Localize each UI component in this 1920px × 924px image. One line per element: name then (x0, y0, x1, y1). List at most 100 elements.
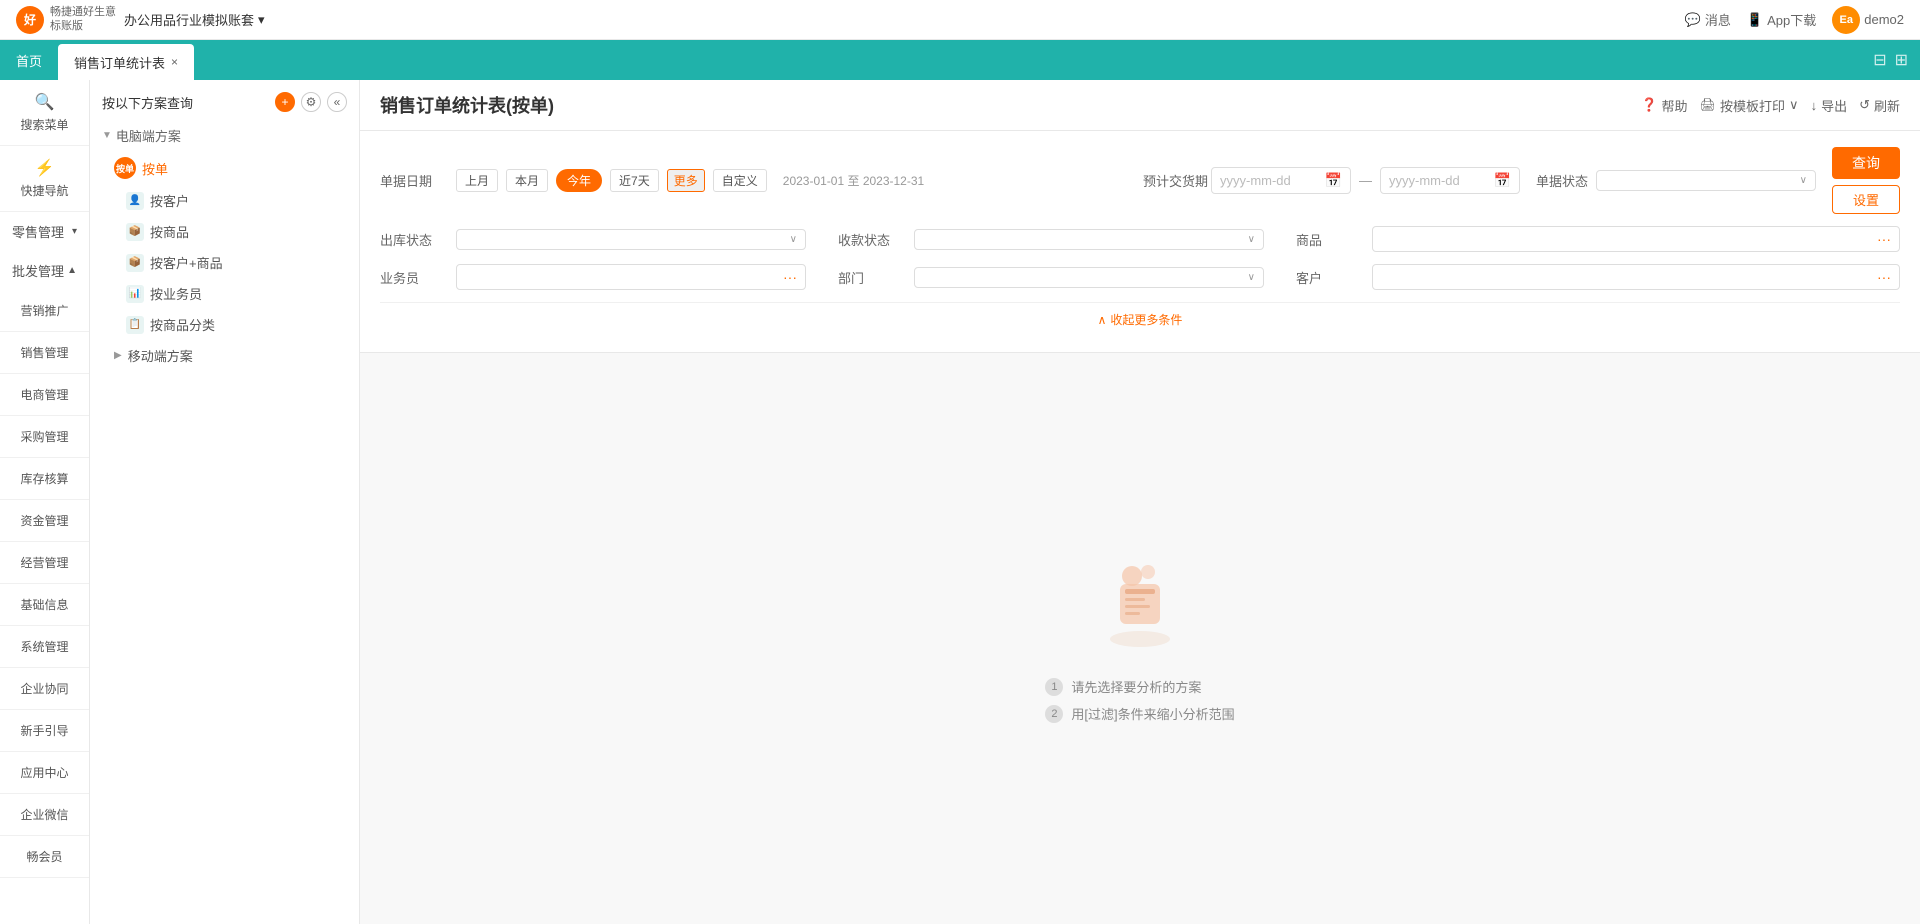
sidebar-item-wholesale[interactable]: 批发管理 ▲ (0, 251, 89, 290)
settings-scheme-button[interactable]: ⚙ (301, 92, 321, 112)
delivery-arrow-icon: ∨ (790, 234, 797, 245)
collapse-bar[interactable]: ∧ 收起更多条件 (380, 302, 1900, 336)
top-bar: 好 畅捷通好生意 标账版 办公用品行业模拟账套 ▾ 💬 消息 📱 App下载 E… (0, 0, 1920, 40)
page-actions: ❓ 帮助 🖨 按模板打印 ∨ ↓ 导出 ↺ 刷新 (1641, 96, 1900, 115)
tab-close-icon[interactable]: × (171, 55, 178, 69)
order-status-label: 单据状态 (1536, 171, 1588, 190)
hint-item-1: 1 请先选择要分析的方案 (1045, 677, 1234, 696)
date-btn-this-month[interactable]: 本月 (506, 169, 548, 192)
payment-status-select[interactable]: ∨ (914, 229, 1264, 250)
logo-icon: 好 (16, 6, 44, 34)
settings-button[interactable]: 设置 (1832, 185, 1900, 214)
help-button[interactable]: ❓ 帮助 (1641, 96, 1687, 115)
expected-date-end[interactable]: yyyy-mm-dd 📅 (1380, 167, 1520, 194)
tree-item-by-category[interactable]: 📋 按商品分类 (90, 309, 359, 340)
app-download-button[interactable]: 📱 App下载 (1747, 10, 1816, 29)
left-panel-actions: + ⚙ « (275, 92, 347, 112)
sidebar-item-inventory[interactable]: 库存核算 (0, 458, 89, 500)
by-customer-goods-icon: 📦 (126, 254, 144, 272)
sidebar-item-operations[interactable]: 经营管理 (0, 542, 89, 584)
query-button[interactable]: 查询 (1832, 147, 1900, 179)
by-goods-icon: 📦 (126, 223, 144, 241)
export-button[interactable]: ↓ 导出 (1811, 96, 1848, 115)
maximize-icon[interactable]: ⊞ (1895, 50, 1908, 70)
print-button[interactable]: 🖨 按模板打印 ∨ (1700, 96, 1799, 115)
dept-label: 部门 (838, 268, 898, 287)
customer-dots-icon[interactable]: ··· (1877, 269, 1891, 285)
left-panel-header: 按以下方案查询 + ⚙ « (90, 92, 359, 120)
quick-nav-icon: ⚡ (35, 158, 55, 178)
filter-row-2: 出库状态 ∨ 收款状态 ∨ 商品 ··· (380, 226, 1900, 252)
sidebar-item-finance[interactable]: 资金管理 (0, 500, 89, 542)
left-panel: 按以下方案查询 + ⚙ « ▼ 电脑端方案 按单 按单 👤 按客户 📦 (90, 80, 360, 924)
tree-item-by-goods[interactable]: 📦 按商品 (90, 216, 359, 247)
sidebar-item-purchase[interactable]: 采购管理 (0, 416, 89, 458)
date-btn-7days[interactable]: 近7天 (610, 169, 659, 192)
collapse-panel-button[interactable]: « (327, 92, 347, 112)
sidebar-item-sales[interactable]: 销售管理 (0, 332, 89, 374)
tab-home[interactable]: 首页 (0, 40, 58, 80)
filter-area: 单据日期 上月 本月 今年 近7天 更多 自定义 2023-01-01 至 20… (360, 131, 1920, 353)
tab-active[interactable]: 销售订单统计表 × (58, 44, 194, 80)
tree-item-by-order[interactable]: 按单 按单 (90, 151, 359, 185)
dropdown-icon[interactable]: ▾ (258, 12, 265, 28)
dept-select[interactable]: ∨ (914, 267, 1264, 288)
user-menu[interactable]: Ea demo2 (1832, 6, 1904, 34)
tree-item-by-customer[interactable]: 👤 按客户 (90, 185, 359, 216)
app-title[interactable]: 办公用品行业模拟账套 ▾ (124, 10, 265, 29)
logo-area: 好 畅捷通好生意 标账版 (16, 6, 116, 34)
step-num-1: 1 (1045, 678, 1063, 696)
tree-item-by-customer-goods[interactable]: 📦 按客户+商品 (90, 247, 359, 278)
expected-date-start[interactable]: yyyy-mm-dd 📅 (1211, 167, 1351, 194)
sidebar-item-system[interactable]: 系统管理 (0, 626, 89, 668)
empty-hints: 1 请先选择要分析的方案 2 用[过滤]条件来缩小分析范围 (1045, 677, 1234, 723)
add-scheme-button[interactable]: + (275, 92, 295, 112)
refresh-button[interactable]: ↺ 刷新 (1859, 96, 1900, 115)
sidebar-quick-nav[interactable]: ⚡ 快捷导航 (0, 146, 89, 212)
date-range: 上月 本月 今年 近7天 更多 自定义 (456, 169, 767, 192)
delivery-status-select[interactable]: ∨ (456, 229, 806, 250)
sidebar-item-appcenter[interactable]: 应用中心 (0, 752, 89, 794)
print-icon: 🖨 (1700, 97, 1717, 113)
date-btn-more[interactable]: 更多 (667, 169, 705, 192)
goods-dots-icon[interactable]: ··· (1877, 231, 1891, 247)
sidebar-item-wechat[interactable]: 企业微信 (0, 794, 89, 836)
sidebar-item-enterprise[interactable]: 企业协同 (0, 668, 89, 710)
date-btn-last-month[interactable]: 上月 (456, 169, 498, 192)
page-header: 销售订单统计表(按单) ❓ 帮助 🖨 按模板打印 ∨ ↓ 导出 (360, 80, 1920, 131)
calendar-end-icon[interactable]: 📅 (1494, 172, 1511, 189)
tree-parent-desktop[interactable]: ▼ 电脑端方案 (90, 120, 359, 151)
order-status-select[interactable]: ∨ (1596, 170, 1816, 191)
help-icon: ❓ (1641, 97, 1657, 113)
hint-item-2: 2 用[过滤]条件来缩小分析范围 (1045, 704, 1234, 723)
sidebar-item-newbie[interactable]: 新手引导 (0, 710, 89, 752)
sidebar-search[interactable]: 🔍 搜索菜单 (0, 80, 89, 146)
tree-item-by-salesman[interactable]: 📊 按业务员 (90, 278, 359, 309)
by-customer-icon: 👤 (126, 192, 144, 210)
delivery-label: 出库状态 (380, 230, 440, 249)
sidebar-item-ecommerce[interactable]: 电商管理 (0, 374, 89, 416)
goods-label: 商品 (1296, 230, 1356, 249)
page-title: 销售订单统计表(按单) (380, 92, 554, 118)
export-icon: ↓ (1811, 98, 1818, 113)
sidebar-item-basic[interactable]: 基础信息 (0, 584, 89, 626)
print-arrow-icon: ∨ (1789, 97, 1799, 113)
date-label: 单据日期 (380, 171, 440, 190)
customer-input[interactable]: ··· (1372, 264, 1900, 290)
calendar-start-icon[interactable]: 📅 (1325, 172, 1342, 189)
filter-row-1: 单据日期 上月 本月 今年 近7天 更多 自定义 2023-01-01 至 20… (380, 147, 1900, 214)
minimize-icon[interactable]: ⊟ (1873, 50, 1886, 70)
date-btn-custom[interactable]: 自定义 (713, 169, 767, 192)
salesman-label: 业务员 (380, 268, 440, 287)
salesman-dots-icon[interactable]: ··· (783, 269, 797, 285)
date-btn-this-year[interactable]: 今年 (556, 169, 602, 192)
tree-parent-mobile[interactable]: ▶ 移动端方案 (90, 340, 359, 371)
sidebar-item-retail[interactable]: 零售管理 ▾ (0, 212, 89, 251)
refresh-icon: ↺ (1859, 97, 1870, 113)
salesman-input[interactable]: ··· (456, 264, 806, 290)
tree-arrow-desktop: ▼ (102, 130, 112, 141)
sidebar-item-marketing[interactable]: 营销推广 (0, 290, 89, 332)
sidebar-item-member[interactable]: 畅会员 (0, 836, 89, 878)
goods-input[interactable]: ··· (1372, 226, 1900, 252)
message-button[interactable]: 💬 消息 (1685, 10, 1731, 29)
